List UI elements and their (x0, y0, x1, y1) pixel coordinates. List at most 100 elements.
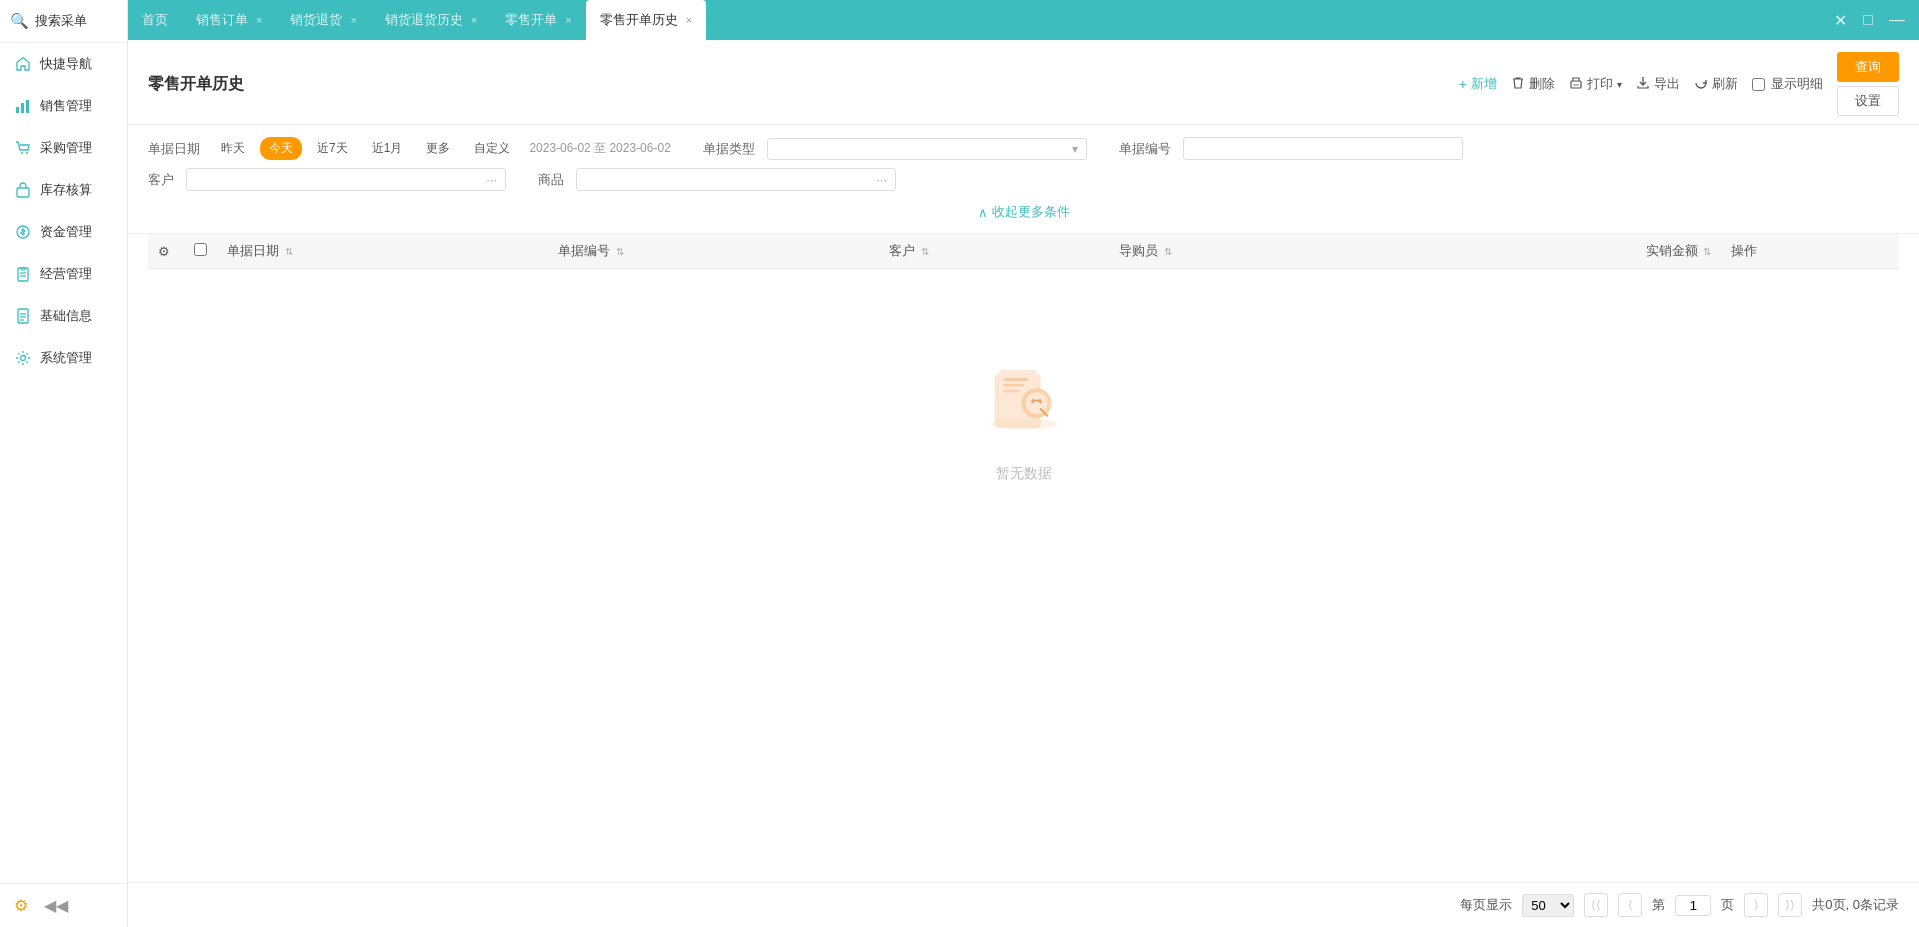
order-type-select[interactable]: ▾ (767, 138, 1087, 160)
sidebar: 🔍 搜索采单 快捷导航 销售管理 采购管理 库存核算 资金管理 (0, 0, 128, 927)
sidebar-item-sales-mgmt[interactable]: 销售管理 (0, 85, 127, 127)
main-area: 首页 销售订单 × 销货退货 × 销货退货历史 × 零售开单 × 零售开单历史 … (128, 0, 1919, 927)
per-page-select[interactable]: 50 10 20 100 (1522, 894, 1574, 917)
goods-select[interactable]: ··· (576, 168, 896, 191)
print-icon (1569, 76, 1583, 93)
tab-retail-open-history[interactable]: 零售开单历史 × (586, 0, 706, 40)
add-button[interactable]: + 新增 (1459, 75, 1497, 93)
sidebar-item-purchase-mgmt[interactable]: 采购管理 (0, 127, 127, 169)
add-icon: + (1459, 76, 1467, 92)
tab-sales-return-history[interactable]: 销货退货历史 × (371, 0, 491, 40)
display-detail-label: 显示明细 (1771, 75, 1823, 93)
sidebar-footer: ⚙ ◀◀ (0, 883, 127, 927)
setting-button[interactable]: 设置 (1837, 86, 1899, 116)
svg-rect-10 (18, 309, 28, 323)
page-number-input[interactable] (1675, 895, 1711, 916)
sidebar-item-label: 资金管理 (40, 223, 92, 241)
svg-rect-16 (1573, 84, 1579, 86)
table-header-row: ⚙ 单据日期 ⇅ 单据编号 ⇅ (148, 234, 1899, 269)
sidebar-item-label: 采购管理 (40, 139, 92, 157)
date-btn-1month[interactable]: 近1月 (363, 137, 412, 160)
goods-label: 商品 (538, 171, 564, 189)
export-button[interactable]: 导出 (1636, 75, 1680, 93)
svg-rect-5 (17, 188, 29, 197)
window-minimize-icon[interactable]: — (1889, 11, 1905, 29)
page-label: 第 (1652, 896, 1665, 914)
tab-retail-open-history-close[interactable]: × (686, 14, 692, 26)
tab-sales-return[interactable]: 销货退货 × (276, 0, 370, 40)
col-date-label: 单据日期 (227, 243, 279, 258)
refresh-button[interactable]: 刷新 (1694, 75, 1738, 93)
sort-no-icon: ⇅ (616, 246, 624, 257)
table-column-settings-icon[interactable]: ⚙ (158, 244, 170, 259)
date-btn-7days[interactable]: 近7天 (308, 137, 357, 160)
chevron-down-icon: ▾ (1072, 142, 1078, 156)
sidebar-item-inventory[interactable]: 库存核算 (0, 169, 127, 211)
sidebar-item-label: 库存核算 (40, 181, 92, 199)
sidebar-item-system[interactable]: 系统管理 (0, 337, 127, 379)
sidebar-item-finance[interactable]: 资金管理 (0, 211, 127, 253)
content-area: 零售开单历史 + 新增 删除 打印 ▾ (128, 40, 1919, 927)
print-arrow-icon: ▾ (1617, 79, 1622, 90)
col-no[interactable]: 单据编号 ⇅ (548, 234, 879, 269)
window-restore-icon[interactable]: □ (1863, 11, 1873, 29)
date-btn-custom[interactable]: 自定义 (465, 137, 519, 160)
box-icon (14, 181, 32, 199)
order-no-input[interactable] (1183, 137, 1463, 160)
tab-home-label: 首页 (142, 11, 168, 29)
date-filter-label: 单据日期 (148, 140, 200, 158)
settings-footer-icon[interactable]: ⚙ (14, 896, 28, 915)
display-detail-toggle[interactable]: 显示明细 (1752, 75, 1823, 93)
collapse-label: 收起更多条件 (992, 203, 1070, 221)
prev-page-button[interactable]: ⟨ (1618, 893, 1642, 917)
select-all-checkbox[interactable] (194, 243, 207, 256)
table-settings-col[interactable]: ⚙ (148, 234, 184, 269)
next-page-button[interactable]: ⟩ (1744, 893, 1768, 917)
tab-bar: 首页 销售订单 × 销货退货 × 销货退货历史 × 零售开单 × 零售开单历史 … (128, 0, 1919, 40)
date-btn-yesterday[interactable]: 昨天 (212, 137, 254, 160)
delete-button[interactable]: 删除 (1511, 75, 1555, 93)
col-date[interactable]: 单据日期 ⇅ (217, 234, 548, 269)
cart-icon (14, 139, 32, 157)
svg-point-4 (26, 152, 28, 154)
tab-retail-open-label: 零售开单 (505, 11, 557, 29)
sidebar-search[interactable]: 🔍 搜索采单 (0, 0, 127, 43)
empty-text: 暂无数据 (996, 465, 1052, 483)
print-button[interactable]: 打印 ▾ (1569, 75, 1622, 93)
tab-sales-return-label: 销货退货 (290, 11, 342, 29)
customer-ellipsis-icon: ··· (486, 172, 497, 187)
collapse-sidebar-icon[interactable]: ◀◀ (44, 896, 68, 915)
col-salesperson[interactable]: 导购员 ⇅ (1109, 234, 1390, 269)
sidebar-item-operation[interactable]: 经营管理 (0, 253, 127, 295)
sidebar-item-basic-info[interactable]: 基础信息 (0, 295, 127, 337)
customer-label: 客户 (148, 171, 174, 189)
date-btn-today[interactable]: 今天 (260, 137, 302, 160)
sidebar-item-label: 经营管理 (40, 265, 92, 283)
display-detail-checkbox[interactable] (1752, 78, 1765, 91)
svg-rect-2 (26, 100, 29, 113)
file-icon (14, 307, 32, 325)
date-btn-more[interactable]: 更多 (417, 137, 459, 160)
tab-retail-open[interactable]: 零售开单 × (491, 0, 585, 40)
first-page-button[interactable]: ⟨⟨ (1584, 893, 1608, 917)
page-suffix: 页 (1721, 896, 1734, 914)
sidebar-item-quick-nav[interactable]: 快捷导航 (0, 43, 127, 85)
query-button[interactable]: 查询 (1837, 52, 1899, 82)
window-close-icon[interactable]: ✕ (1834, 11, 1847, 30)
tab-sales-order-close[interactable]: × (256, 14, 262, 26)
last-page-button[interactable]: ⟩⟩ (1778, 893, 1802, 917)
col-action-label: 操作 (1731, 243, 1757, 258)
col-amount[interactable]: 实销金额 ⇅ (1390, 234, 1721, 269)
tab-retail-open-close[interactable]: × (565, 14, 571, 26)
tab-sales-order[interactable]: 销售订单 × (182, 0, 276, 40)
col-customer-label: 客户 (889, 243, 915, 258)
svg-point-14 (21, 356, 26, 361)
svg-rect-0 (16, 107, 19, 113)
customer-select[interactable]: ··· (186, 168, 506, 191)
page-header: 零售开单历史 + 新增 删除 打印 ▾ (128, 40, 1919, 125)
tab-home[interactable]: 首页 (128, 0, 182, 40)
collapse-more-conditions[interactable]: ∧ 收起更多条件 (148, 199, 1899, 227)
col-customer[interactable]: 客户 ⇅ (879, 234, 1109, 269)
tab-sales-return-history-close[interactable]: × (471, 14, 477, 26)
tab-sales-return-close[interactable]: × (350, 14, 356, 26)
